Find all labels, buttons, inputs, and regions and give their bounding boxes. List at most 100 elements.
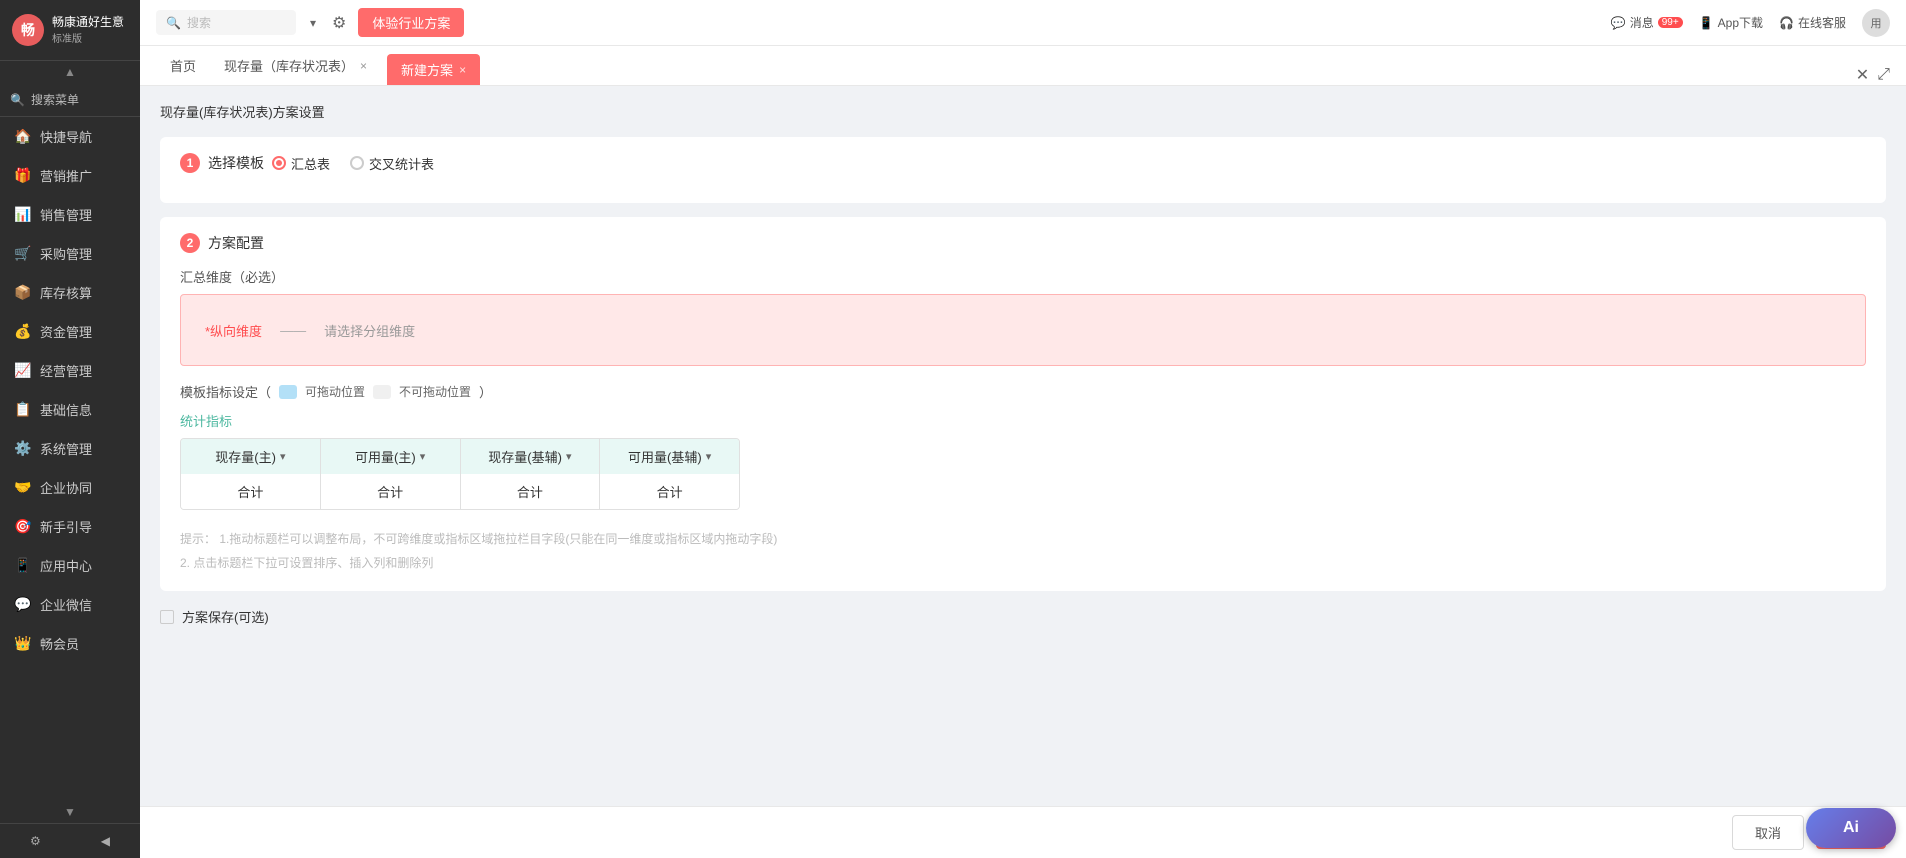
radio-cross-label: 交叉统计表 [369, 154, 434, 173]
save-checkbox[interactable] [160, 610, 174, 624]
sidebar: 畅 畅康通好生意 标准版 ▲ 🔍 搜索菜单 🏠 快捷导航 🎁 营销推广 📊 销售… [0, 0, 140, 858]
stats-col-3-dropdown[interactable]: ▾ [566, 450, 572, 463]
operations-icon: 📈 [14, 362, 32, 380]
quick-nav-icon: 🏠 [14, 128, 32, 146]
stats-body-col-1: 合计 [181, 474, 321, 509]
tab-new-scheme-close[interactable]: × [459, 63, 466, 77]
sales-icon: 📊 [14, 206, 32, 224]
stats-section: 统计指标 现存量(主) ▾ 可用量(主) ▾ [180, 411, 1866, 513]
sidebar-item-label: 销售管理 [40, 205, 92, 224]
indicator-section: 模板指标设定（ 可拖动位置 不可拖动位置 ） 统计指标 现存量(主) ▾ [180, 382, 1866, 513]
tab-home-label: 首页 [170, 56, 196, 75]
sidebar-item-label: 系统管理 [40, 439, 92, 458]
sidebar-item-label: 企业协同 [40, 478, 92, 497]
topbar-right: 💬 消息 99+ 📱 App下载 🎧 在线客服 用 [1611, 9, 1890, 37]
legend-draggable-box [279, 385, 297, 399]
tips-section: 提示： 1.拖动标题栏可以调整布局，不可跨维度或指标区域拖拉栏目字段(只能在同一… [180, 527, 1866, 575]
topbar-search-placeholder: 搜索 [187, 14, 211, 31]
sidebar-item-label: 快捷导航 [40, 127, 92, 146]
close-panel-icon[interactable]: ✕ [1856, 65, 1869, 85]
sidebar-item-label: 经营管理 [40, 361, 92, 380]
stats-col-4[interactable]: 可用量(基辅) ▾ [600, 439, 739, 474]
sidebar-scroll-down[interactable]: ▼ [0, 801, 140, 823]
sidebar-item-purchase[interactable]: 🛒 采购管理 [0, 234, 140, 273]
step2-card: 2 方案配置 汇总维度（必选） *纵向维度 —— 请选择分组维度 模板指标设定（… [160, 217, 1886, 591]
topbar-messages[interactable]: 💬 消息 99+ [1611, 14, 1683, 31]
stats-col-2-dropdown[interactable]: ▾ [420, 450, 426, 463]
topbar-dropdown-icon[interactable]: ▾ [310, 16, 316, 30]
tab-home[interactable]: 首页 [156, 48, 210, 85]
sidebar-item-sales[interactable]: 📊 销售管理 [0, 195, 140, 234]
dimension-required-label: *纵向维度 [205, 321, 262, 340]
stats-table-body: 合计 合计 合计 合计 [181, 474, 739, 509]
step1-num: 1 [180, 153, 200, 173]
sidebar-item-quick-nav[interactable]: 🏠 快捷导航 [0, 117, 140, 156]
cooperation-icon: 🤝 [14, 479, 32, 497]
main-content: 🔍 搜索 ▾ ⚙ 体验行业方案 💬 消息 99+ 📱 App下载 🎧 在线客服 … [140, 0, 1906, 858]
tip-title: 提示： 1.拖动标题栏可以调整布局，不可跨维度或指标区域拖拉栏目字段(只能在同一… [180, 527, 1866, 551]
radio-cross[interactable]: 交叉统计表 [350, 154, 434, 173]
trial-btn[interactable]: 体验行业方案 [358, 8, 464, 37]
radio-summary[interactable]: 汇总表 [272, 154, 330, 173]
sidebar-item-operations[interactable]: 📈 经营管理 [0, 351, 140, 390]
sidebar-item-wechat[interactable]: 💬 企业微信 [0, 585, 140, 624]
sidebar-item-newbie[interactable]: 🎯 新手引导 [0, 507, 140, 546]
app-logo-icon: 畅 [12, 14, 44, 46]
tab-inventory[interactable]: 现存量（库存状况表） × [210, 48, 381, 85]
radio-summary-label: 汇总表 [291, 154, 330, 173]
sidebar-scroll-up[interactable]: ▲ [0, 61, 140, 83]
expand-panel-icon[interactable]: ⤢ [1877, 66, 1890, 84]
sidebar-search[interactable]: 🔍 搜索菜单 [0, 83, 140, 117]
topbar-search-icon: 🔍 [166, 16, 181, 30]
ai-fab-button[interactable]: Ai [1806, 808, 1896, 848]
tab-inventory-close[interactable]: × [360, 59, 367, 73]
stats-col-2-label: 可用量(主) [355, 447, 416, 466]
app-center-icon: 📱 [14, 557, 32, 575]
step1-title: 选择模板 [208, 153, 264, 173]
dimension-section-label: 汇总维度（必选） [180, 267, 1866, 286]
sidebar-item-finance[interactable]: 💰 资金管理 [0, 312, 140, 351]
stats-col-1[interactable]: 现存量(主) ▾ [181, 439, 321, 474]
system-icon: ⚙️ [14, 440, 32, 458]
topbar-search-box[interactable]: 🔍 搜索 [156, 10, 296, 35]
stats-col-3[interactable]: 现存量(基辅) ▾ [461, 439, 601, 474]
sidebar-item-inventory[interactable]: 📦 库存核算 [0, 273, 140, 312]
topbar-service[interactable]: 🎧 在线客服 [1779, 14, 1846, 31]
dimension-box[interactable]: *纵向维度 —— 请选择分组维度 [180, 294, 1866, 366]
stats-col-4-dropdown[interactable]: ▾ [706, 450, 712, 463]
sidebar-item-label: 应用中心 [40, 556, 92, 575]
sidebar-item-cooperation[interactable]: 🤝 企业协同 [0, 468, 140, 507]
sidebar-item-label: 采购管理 [40, 244, 92, 263]
sidebar-item-system[interactable]: ⚙️ 系统管理 [0, 429, 140, 468]
sidebar-item-basic-info[interactable]: 📋 基础信息 [0, 390, 140, 429]
sidebar-settings-btn[interactable]: ⚙ [30, 834, 41, 848]
sidebar-footer: ⚙ ◀ [0, 823, 140, 858]
tabbar-right: ✕ ⤢ [1856, 65, 1890, 85]
tab-new-scheme-label: 新建方案 [401, 60, 453, 79]
sidebar-item-membership[interactable]: 👑 畅会员 [0, 624, 140, 663]
sidebar-collapse-btn[interactable]: ◀ [101, 834, 110, 848]
sidebar-item-app-center[interactable]: 📱 应用中心 [0, 546, 140, 585]
wechat-icon: 💬 [14, 596, 32, 614]
sidebar-item-marketing[interactable]: 🎁 营销推广 [0, 156, 140, 195]
topbar-gear-icon[interactable]: ⚙ [332, 13, 346, 33]
sidebar-search-label: 搜索菜单 [31, 91, 79, 108]
stats-col-1-label: 现存量(主) [215, 447, 276, 466]
settings-icon: ⚙ [30, 834, 41, 848]
cancel-button[interactable]: 取消 [1732, 815, 1804, 850]
stats-col-1-dropdown[interactable]: ▾ [280, 450, 286, 463]
stats-col-2[interactable]: 可用量(主) ▾ [321, 439, 461, 474]
tab-new-scheme[interactable]: 新建方案 × [387, 54, 480, 85]
message-icon: 💬 [1611, 16, 1626, 30]
sidebar-item-label: 企业微信 [40, 595, 92, 614]
tip-2: 2. 点击标题栏下拉可设置排序、插入列和删除列 [180, 551, 1866, 575]
step2-header: 2 方案配置 [180, 233, 1866, 253]
user-avatar[interactable]: 用 [1862, 9, 1890, 37]
step2-title: 方案配置 [208, 233, 264, 253]
topbar-app-download[interactable]: 📱 App下载 [1699, 14, 1763, 31]
service-label: 在线客服 [1798, 14, 1846, 31]
sidebar-nav: 🏠 快捷导航 🎁 营销推广 📊 销售管理 🛒 采购管理 📦 库存核算 💰 资金管… [0, 117, 140, 801]
collapse-icon: ◀ [101, 834, 110, 848]
msg-badge: 99+ [1658, 17, 1683, 28]
newbie-icon: 🎯 [14, 518, 32, 536]
